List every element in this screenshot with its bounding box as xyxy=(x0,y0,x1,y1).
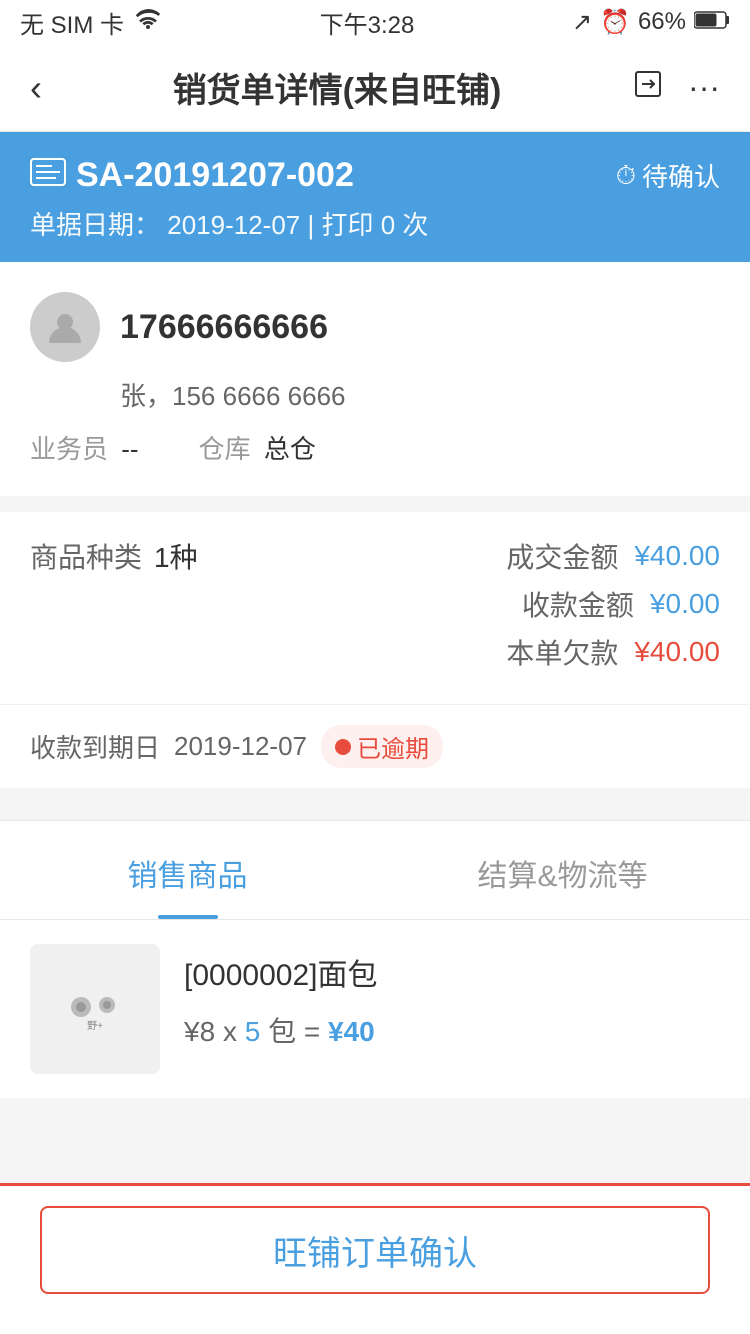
customer-row: 17666666666 xyxy=(30,292,720,362)
category-label: 商品种类 xyxy=(30,536,142,576)
total-value: ¥40 xyxy=(328,1016,375,1047)
product-list: 野+ [0000002]面包 ¥8 x 5 包 = ¥40 xyxy=(0,920,750,1098)
owed-label: 本单欠款 xyxy=(506,632,618,672)
status-left: 无 SIM 卡 xyxy=(20,5,162,40)
customer-name: 张，156 6666 6666 xyxy=(30,376,720,413)
salesman-item: 业务员 -- xyxy=(30,429,139,466)
summary-section: 商品种类 1种 成交金额 ¥40.00 收款金额 ¥0.00 本单欠款 ¥40.… xyxy=(0,512,750,704)
order-id-row: SA-20191207-002 ⏱ 待确认 xyxy=(30,156,720,195)
overdue-dot-icon xyxy=(335,739,351,755)
summary-left: 商品种类 1种 xyxy=(30,536,198,576)
clock-icon: ⏱ xyxy=(616,160,636,192)
svg-text:野+: 野+ xyxy=(87,1020,103,1032)
nav-bar: ‹ 销货单详情(来自旺铺) ··· xyxy=(0,44,750,132)
warehouse-value: 总仓 xyxy=(264,434,316,464)
unit-value: 包 xyxy=(268,1016,296,1047)
overdue-text: 已逾期 xyxy=(357,729,429,764)
battery-text: 66% xyxy=(638,8,686,36)
tab-sales[interactable]: 销售商品 xyxy=(0,821,375,919)
category-value: 1种 xyxy=(154,536,198,576)
due-date-value: 2019-12-07 xyxy=(174,731,307,762)
status-bar: 无 SIM 卡 下午3:28 ↗ ⏰ 66% xyxy=(0,0,750,44)
page-title: 销货单详情(来自旺铺) xyxy=(173,63,502,112)
battery-icon xyxy=(694,8,730,36)
status-time: 下午3:28 xyxy=(320,5,415,40)
divider-1 xyxy=(0,496,750,512)
bottom-bar: 旺铺订单确认 xyxy=(0,1183,750,1334)
order-status: ⏱ 待确认 xyxy=(616,157,720,194)
tab-settlement[interactable]: 结算&物流等 xyxy=(375,821,750,919)
owed-row: 本单欠款 ¥40.00 xyxy=(506,632,720,672)
price-value: ¥8 xyxy=(184,1016,215,1047)
summary-right: 成交金额 ¥40.00 收款金额 ¥0.00 本单欠款 ¥40.00 xyxy=(506,536,720,680)
transaction-row: 成交金额 ¥40.00 xyxy=(506,536,720,576)
order-id: SA-20191207-002 xyxy=(30,156,354,195)
more-button[interactable]: ··· xyxy=(688,69,720,106)
nav-actions: ··· xyxy=(632,68,720,108)
due-date-label: 收款到期日 xyxy=(30,728,160,765)
owed-value: ¥40.00 xyxy=(634,636,720,668)
multiply-sign: x xyxy=(223,1016,245,1047)
customer-section: 17666666666 张，156 6666 6666 业务员 -- 仓库 总仓 xyxy=(0,262,750,496)
received-label: 收款金额 xyxy=(522,584,634,624)
carrier-text: 无 SIM 卡 xyxy=(20,5,124,40)
confirm-button[interactable]: 旺铺订单确认 xyxy=(40,1206,710,1294)
equals-sign: = xyxy=(304,1016,328,1047)
received-row: 收款金额 ¥0.00 xyxy=(506,584,720,624)
tabs-section: 销售商品 结算&物流等 野+ [0000002]面包 ¥8 x 5 xyxy=(0,820,750,1098)
warehouse-item: 仓库 总仓 xyxy=(199,429,316,466)
tabs-header: 销售商品 结算&物流等 xyxy=(0,821,750,920)
wifi-icon xyxy=(134,8,162,36)
salesman-label: 业务员 xyxy=(30,434,108,464)
product-info: [0000002]面包 ¥8 x 5 包 = ¥40 xyxy=(184,944,720,1050)
back-button[interactable]: ‹ xyxy=(30,67,42,109)
transaction-value: ¥40.00 xyxy=(634,540,720,572)
due-date-section: 收款到期日 2019-12-07 已逾期 xyxy=(0,704,750,788)
share-button[interactable] xyxy=(632,68,664,108)
received-value: ¥0.00 xyxy=(650,588,720,620)
customer-phone: 17666666666 xyxy=(120,308,328,347)
product-name: [0000002]面包 xyxy=(184,950,720,994)
summary-inner: 商品种类 1种 成交金额 ¥40.00 收款金额 ¥0.00 本单欠款 ¥40.… xyxy=(30,536,720,680)
quantity-value: 5 xyxy=(245,1016,261,1047)
customer-meta: 业务员 -- 仓库 总仓 xyxy=(30,429,720,466)
warehouse-label: 仓库 xyxy=(199,434,251,464)
avatar xyxy=(30,292,100,362)
location-icon: ↗ xyxy=(572,8,592,37)
order-date: 单据日期： 2019-12-07 | 打印 0 次 xyxy=(30,205,720,242)
transaction-label: 成交金额 xyxy=(506,536,618,576)
order-header: SA-20191207-002 ⏱ 待确认 单据日期： 2019-12-07 |… xyxy=(0,132,750,262)
divider-2 xyxy=(0,788,750,804)
status-right: ↗ ⏰ 66% xyxy=(572,8,730,37)
order-icon xyxy=(30,156,66,195)
overdue-badge: 已逾期 xyxy=(321,725,443,768)
alarm-icon: ⏰ xyxy=(600,8,630,37)
product-price: ¥8 x 5 包 = ¥40 xyxy=(184,1010,720,1050)
product-image: 野+ xyxy=(30,944,160,1074)
salesman-value: -- xyxy=(121,434,138,464)
product-item: 野+ [0000002]面包 ¥8 x 5 包 = ¥40 xyxy=(30,944,720,1074)
